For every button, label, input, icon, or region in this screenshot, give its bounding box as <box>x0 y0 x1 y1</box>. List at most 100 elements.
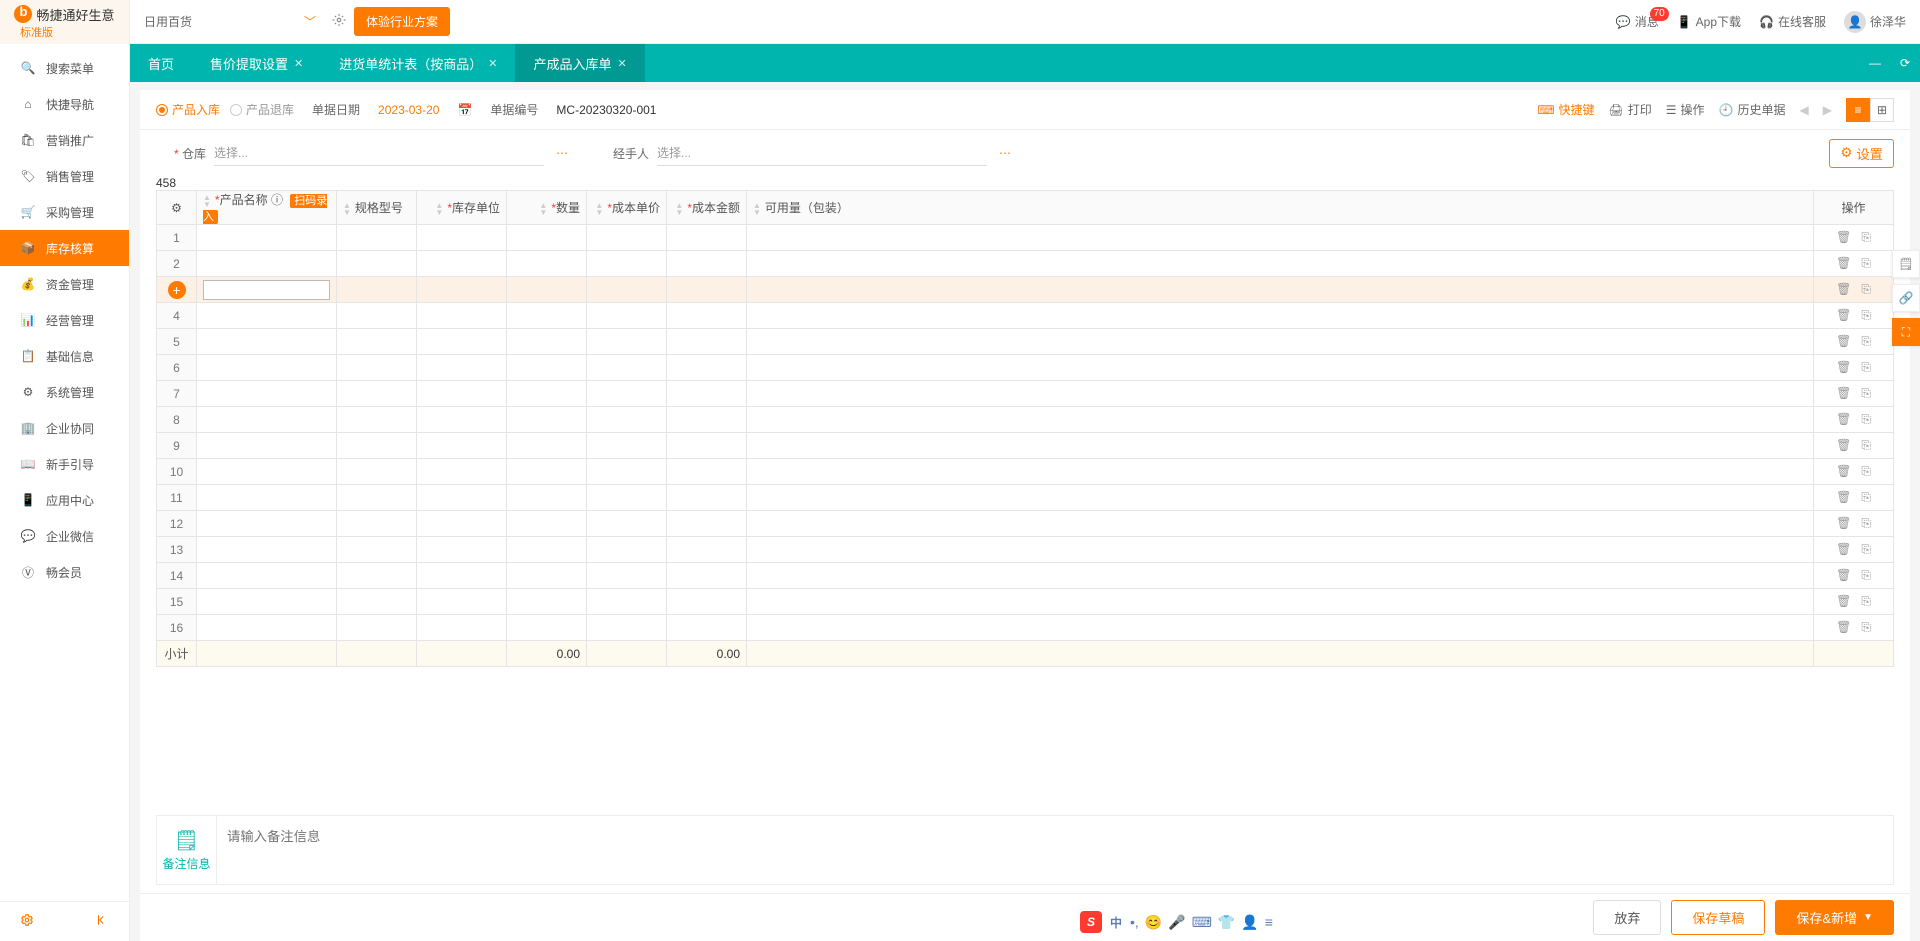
history-button[interactable]: 🕘 历史单据 <box>1719 101 1786 118</box>
row-copy-icon[interactable]: ⎘ <box>1861 334 1871 349</box>
ime-lang[interactable]: 中 <box>1110 914 1122 931</box>
warehouse-input[interactable]: 选择... <box>214 140 544 166</box>
row-delete-icon[interactable]: 🗑 <box>1836 282 1851 297</box>
col-qty[interactable]: ▲▼*数量 <box>507 191 587 225</box>
table-row[interactable]: 9 🗑 ⎘ <box>157 433 1894 459</box>
row-copy-icon[interactable]: ⎘ <box>1861 620 1871 635</box>
sidebar-item-2[interactable]: 🛍营销推广 <box>0 122 129 158</box>
tab-minimize-button[interactable]: — <box>1860 44 1890 82</box>
user-menu[interactable]: 👤 徐泽华 <box>1844 11 1906 33</box>
sidebar-item-8[interactable]: 📋基础信息 <box>0 338 129 374</box>
col-price[interactable]: ▲▼*成本单价 <box>587 191 667 225</box>
row-copy-icon[interactable]: ⎘ <box>1861 386 1871 401</box>
rail-notes-icon[interactable]: 🗒 <box>1892 250 1920 278</box>
row-copy-icon[interactable]: ⎘ <box>1861 542 1871 557</box>
row-copy-icon[interactable]: ⎘ <box>1861 412 1871 427</box>
row-delete-icon[interactable]: 🗑 <box>1836 464 1851 479</box>
row-copy-icon[interactable]: ⎘ <box>1861 230 1871 245</box>
tab-refresh-button[interactable]: ⟳ <box>1890 44 1920 82</box>
table-row[interactable]: 1 🗑 ⎘ <box>157 225 1894 251</box>
col-spec[interactable]: ▲▼规格型号 <box>337 191 417 225</box>
view-card-button[interactable]: ⊞ <box>1870 98 1894 122</box>
save-draft-button[interactable]: 保存草稿 <box>1671 900 1765 935</box>
solution-button[interactable]: 体验行业方案 <box>354 7 450 36</box>
tab-1[interactable]: 售价提取设置✕ <box>192 44 321 82</box>
row-delete-icon[interactable]: 🗑 <box>1836 412 1851 427</box>
table-settings-button[interactable]: ⚙ 设置 <box>1829 139 1894 168</box>
ime-menu-icon[interactable]: ≡ <box>1265 914 1273 931</box>
messages-button[interactable]: 💬 消息 70 <box>1616 13 1659 30</box>
tab-0[interactable]: 首页 <box>130 44 192 82</box>
rail-link-icon[interactable]: 🔗 <box>1892 284 1920 312</box>
table-row[interactable]: 7 🗑 ⎘ <box>157 381 1894 407</box>
operate-button[interactable]: ☰ 操作 <box>1666 101 1705 118</box>
table-row[interactable]: 8 🗑 ⎘ <box>157 407 1894 433</box>
shop-selector[interactable]: 日用百货 ﹀ <box>144 13 324 30</box>
sidebar-item-11[interactable]: 📖新手引导 <box>0 446 129 482</box>
app-download-button[interactable]: 📱 App下载 <box>1677 13 1741 30</box>
ime-keyboard-icon[interactable]: ⌨ <box>1192 914 1212 931</box>
row-delete-icon[interactable]: 🗑 <box>1836 386 1851 401</box>
sidebar-item-12[interactable]: 📱应用中心 <box>0 482 129 518</box>
prev-button[interactable]: ◀ <box>1800 103 1809 117</box>
warehouse-picker-icon[interactable]: ⋯ <box>556 146 569 160</box>
row-copy-icon[interactable]: ⎘ <box>1861 282 1871 297</box>
col-avail[interactable]: ▲▼可用量（包装） <box>747 191 1814 225</box>
sidebar-item-1[interactable]: ⌂快捷导航 <box>0 86 129 122</box>
table-row[interactable]: 5 🗑 ⎘ <box>157 329 1894 355</box>
product-input[interactable] <box>203 280 330 300</box>
sidebar-item-13[interactable]: 💬企业微信 <box>0 518 129 554</box>
table-row[interactable]: 6 🗑 ⎘ <box>157 355 1894 381</box>
sidebar-item-0[interactable]: 🔍搜索菜单 <box>0 50 129 86</box>
table-row[interactable]: 2 🗑 ⎘ <box>157 251 1894 277</box>
row-copy-icon[interactable]: ⎘ <box>1861 516 1871 531</box>
table-row[interactable]: 12 🗑 ⎘ <box>157 511 1894 537</box>
row-delete-icon[interactable]: 🗑 <box>1836 256 1851 271</box>
table-row[interactable]: 15 🗑 ⎘ <box>157 589 1894 615</box>
save-new-button[interactable]: 保存&新增 ▼ <box>1775 900 1894 935</box>
row-copy-icon[interactable]: ⎘ <box>1861 594 1871 609</box>
row-delete-icon[interactable]: 🗑 <box>1836 542 1851 557</box>
ime-mic-icon[interactable]: 🎤 <box>1168 914 1185 931</box>
collapse-icon[interactable] <box>95 913 109 930</box>
row-delete-icon[interactable]: 🗑 <box>1836 516 1851 531</box>
row-delete-icon[interactable]: 🗑 <box>1836 620 1851 635</box>
sidebar-item-4[interactable]: 🛒采购管理 <box>0 194 129 230</box>
ime-icon[interactable]: 👕 <box>1218 914 1235 931</box>
row-copy-icon[interactable]: ⎘ <box>1861 256 1871 271</box>
tab-close-icon[interactable]: ✕ <box>618 57 627 70</box>
handler-input[interactable]: 选择... <box>657 140 987 166</box>
rail-expand-icon[interactable]: ⛶ <box>1892 318 1920 346</box>
row-delete-icon[interactable]: 🗑 <box>1836 360 1851 375</box>
next-button[interactable]: ▶ <box>1823 103 1832 117</box>
table-row[interactable]: 16 🗑 ⎘ <box>157 615 1894 641</box>
ime-toolbar[interactable]: S 中 •, 😊 🎤 ⌨ 👕 👤 ≡ <box>1080 911 1273 933</box>
row-copy-icon[interactable]: ⎘ <box>1861 464 1871 479</box>
row-delete-icon[interactable]: 🗑 <box>1836 438 1851 453</box>
sidebar-item-14[interactable]: Ⓥ畅会员 <box>0 554 129 590</box>
col-product[interactable]: ▲▼*产品名称 ⓘ 扫码录入 <box>197 191 337 225</box>
col-amount[interactable]: ▲▼*成本金额 <box>667 191 747 225</box>
ime-icon[interactable]: 😊 <box>1145 914 1162 931</box>
table-row[interactable]: 14 🗑 ⎘ <box>157 563 1894 589</box>
date-value[interactable]: 2023-03-20 <box>378 103 439 117</box>
sidebar-item-5[interactable]: 📦库存核算 <box>0 230 129 266</box>
table-row[interactable]: 13 🗑 ⎘ <box>157 537 1894 563</box>
col-settings-header[interactable]: ⚙ <box>157 191 197 225</box>
sidebar-item-7[interactable]: 📊经营管理 <box>0 302 129 338</box>
tab-close-icon[interactable]: ✕ <box>294 57 303 70</box>
radio-product-in[interactable]: 产品入库 <box>156 101 220 118</box>
sidebar-item-3[interactable]: 🏷销售管理 <box>0 158 129 194</box>
row-copy-icon[interactable]: ⎘ <box>1861 568 1871 583</box>
add-row-icon[interactable]: + <box>168 281 186 299</box>
calendar-icon[interactable]: 📅 <box>457 103 472 117</box>
discard-button[interactable]: 放弃 <box>1593 900 1661 935</box>
row-delete-icon[interactable]: 🗑 <box>1836 568 1851 583</box>
tab-2[interactable]: 进货单统计表（按商品）✕ <box>321 44 515 82</box>
col-unit[interactable]: ▲▼*库存单位 <box>417 191 507 225</box>
table-row[interactable]: + 🗑 ⎘ <box>157 277 1894 303</box>
ime-user-icon[interactable]: 👤 <box>1241 914 1258 931</box>
row-delete-icon[interactable]: 🗑 <box>1836 490 1851 505</box>
row-delete-icon[interactable]: 🗑 <box>1836 334 1851 349</box>
table-row[interactable]: 4 🗑 ⎘ <box>157 303 1894 329</box>
